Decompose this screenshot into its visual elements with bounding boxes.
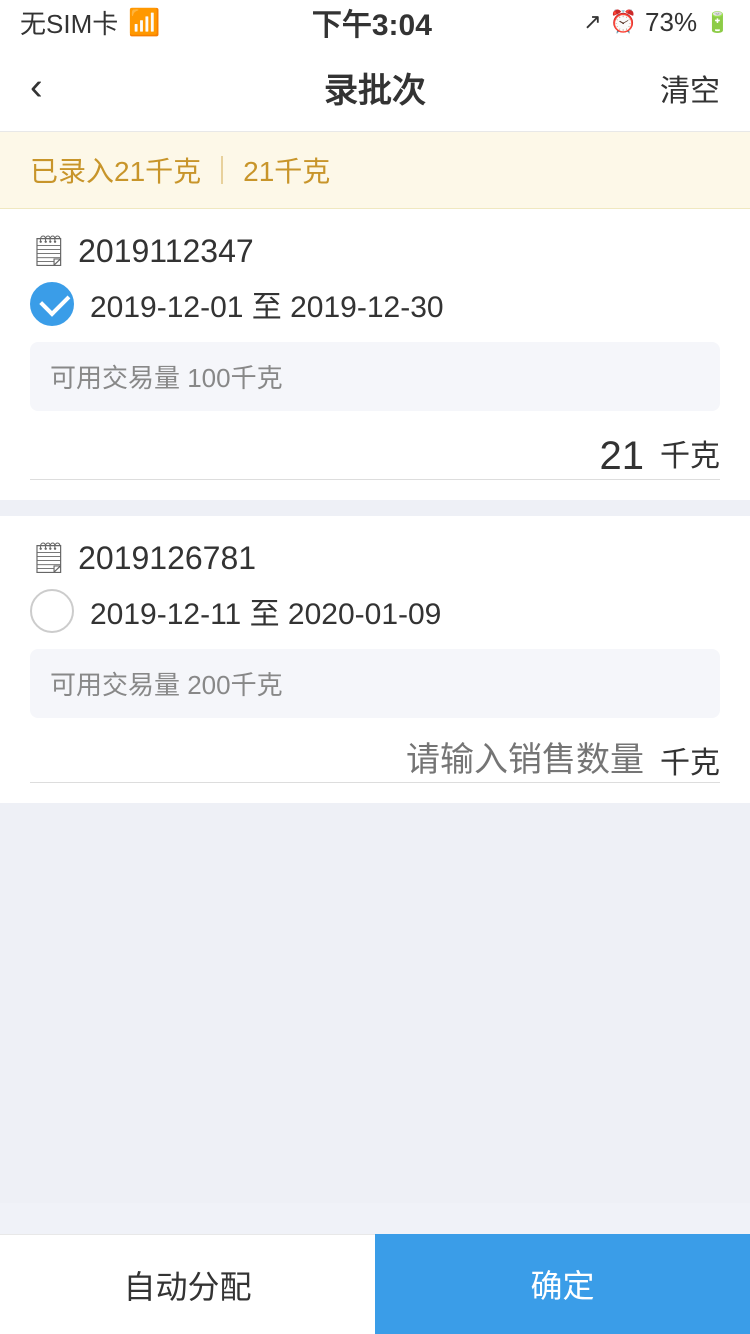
- status-right: ↗ ⏰ 73% 🔋: [583, 7, 730, 38]
- batch2-quantity-input[interactable]: [344, 741, 644, 780]
- gray-area: [0, 803, 750, 1203]
- batch1-date: 2019-12-01 至 2019-12-30: [90, 282, 444, 326]
- clear-button[interactable]: 清空: [660, 66, 720, 110]
- confirm-button[interactable]: 确定: [375, 1234, 750, 1334]
- batch2-input-row: 千克: [0, 718, 750, 782]
- battery-icon: 🔋: [705, 10, 730, 35]
- batch2-underline: [30, 782, 720, 803]
- location-icon: ↗: [583, 9, 601, 35]
- batch1-date-row[interactable]: 2019-12-01 至 2019-12-30: [30, 282, 720, 326]
- batch2-date-row[interactable]: 2019-12-11 至 2020-01-09: [30, 589, 720, 633]
- batch2-unit: 千克: [660, 738, 720, 782]
- status-left: 无SIM卡 📶: [20, 4, 161, 41]
- nav-bar: ‹ 录批次 清空: [0, 44, 750, 132]
- batch-item-2: 🗒 2019126781 2019-12-11 至 2020-01-09 可用交…: [0, 516, 750, 803]
- batch2-id: 2019126781: [78, 540, 256, 577]
- status-bar: 无SIM卡 📶 下午3:04 ↗ ⏰ 73% 🔋: [0, 0, 750, 44]
- carrier-label: 无SIM卡: [20, 4, 118, 41]
- batch1-underline: [30, 479, 720, 500]
- batch1-quantity-unit: 千克: [660, 431, 720, 479]
- alarm-icon: ⏰: [610, 9, 637, 35]
- batch2-radio[interactable]: [30, 589, 74, 633]
- batch-icon-2: 🗒: [30, 541, 68, 576]
- batch1-id-row: 🗒 2019112347: [30, 233, 720, 270]
- bottom-bar: 自动分配 确定: [0, 1234, 750, 1334]
- batch-icon-1: 🗒: [30, 234, 68, 269]
- battery-label: 73%: [645, 7, 697, 38]
- batch1-radio[interactable]: [30, 282, 74, 326]
- batch1-available: 可用交易量 100千克: [30, 342, 720, 411]
- status-time: 下午3:04: [312, 0, 432, 44]
- info-banner: 已录入21千克 21千克: [0, 132, 750, 209]
- batch2-date: 2019-12-11 至 2020-01-09: [90, 589, 441, 633]
- batch-item-1: 🗒 2019112347 2019-12-01 至 2019-12-30 可用交…: [0, 209, 750, 500]
- back-button[interactable]: ‹: [30, 66, 90, 109]
- recorded-value: 21千克: [243, 150, 330, 190]
- batch1-id: 2019112347: [78, 233, 254, 270]
- wifi-icon: 📶: [128, 7, 160, 38]
- batch2-id-row: 🗒 2019126781: [30, 540, 720, 577]
- auto-distribute-button[interactable]: 自动分配: [0, 1234, 375, 1334]
- recorded-label: 已录入21千克: [30, 150, 201, 190]
- batch1-quantity-value: 21: [600, 434, 645, 479]
- section-divider: [0, 500, 750, 516]
- batch2-available: 可用交易量 200千克: [30, 649, 720, 718]
- batch1-quantity-row: 21 千克: [0, 411, 750, 479]
- page-title: 录批次: [324, 63, 426, 112]
- info-divider: [221, 156, 223, 184]
